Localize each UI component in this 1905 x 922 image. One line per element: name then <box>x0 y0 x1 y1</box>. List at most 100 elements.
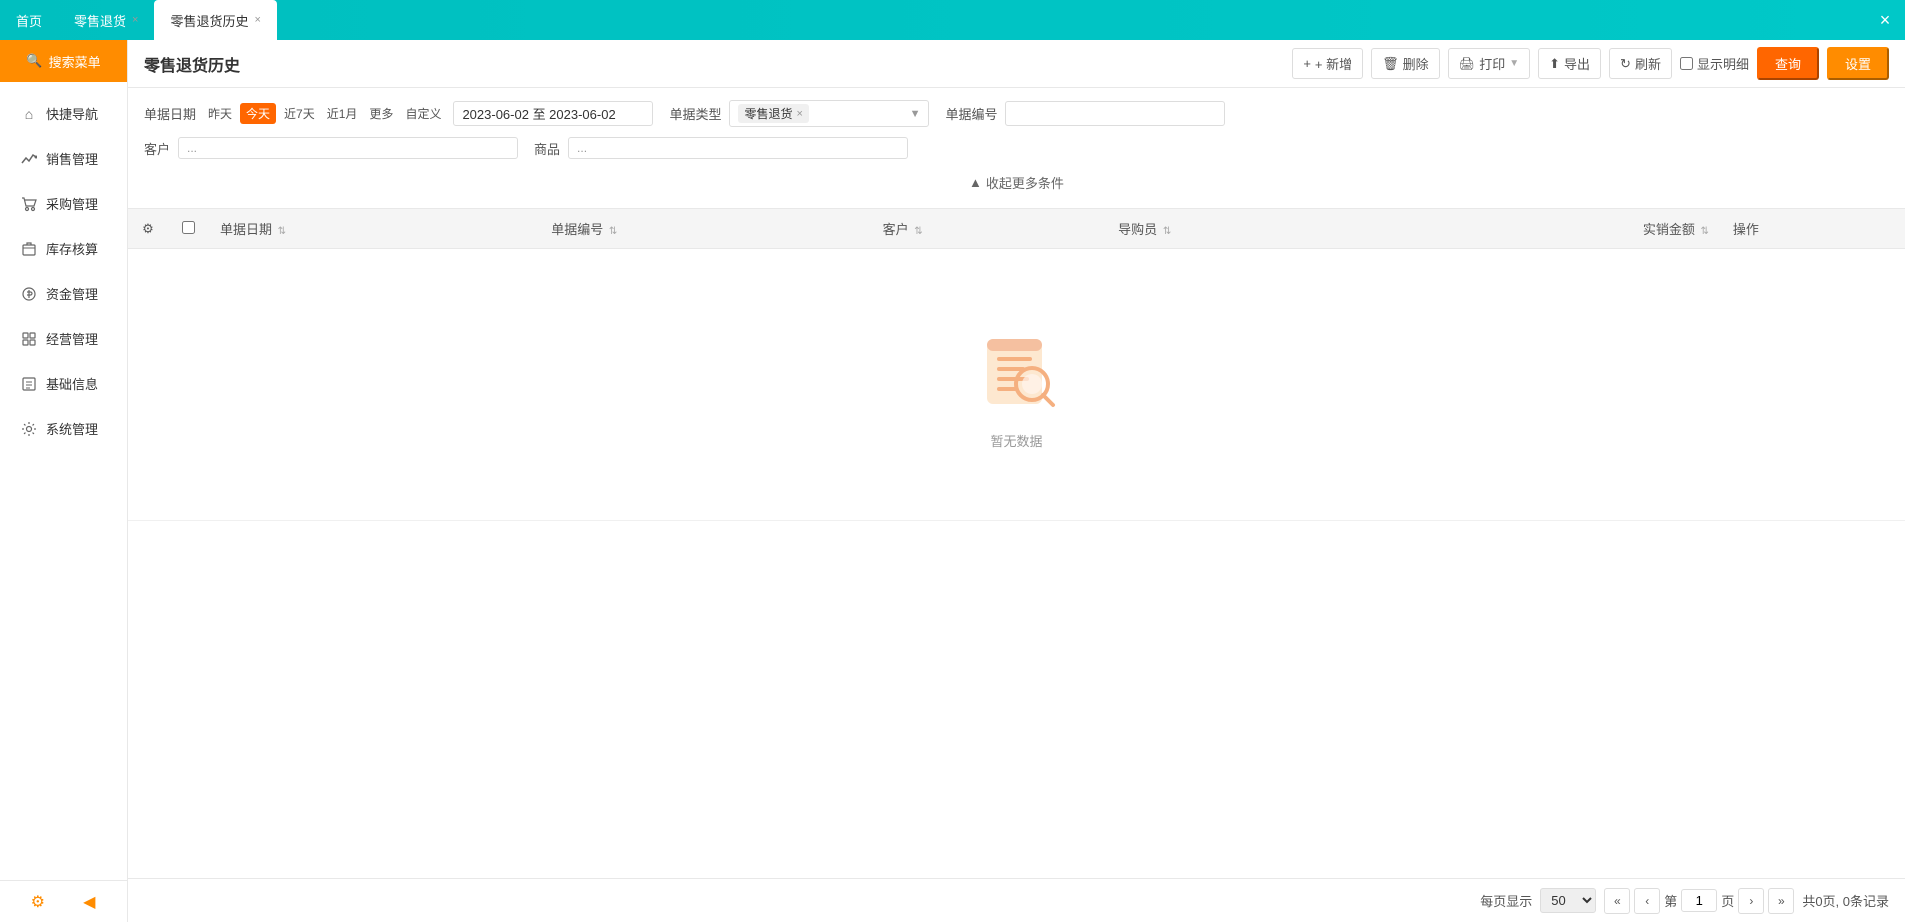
date-opt-1month[interactable]: 近1月 <box>323 103 362 124</box>
sidebar: 🔍 搜索菜单 ⌂ 快捷导航 销售管理 <box>0 40 128 922</box>
col-docno-label: 单据编号 <box>551 222 603 237</box>
query-button[interactable]: 查询 <box>1757 47 1819 80</box>
col-docno: 单据编号 ⇅ <box>539 209 870 249</box>
settings-bottom-icon[interactable]: ⚙ <box>23 887 53 917</box>
tab-home[interactable]: 首页 <box>0 0 58 40</box>
date-opt-7days[interactable]: 近7天 <box>280 103 319 124</box>
inventory-icon <box>20 240 38 258</box>
goods-placeholder: ... <box>577 141 587 155</box>
tab-home-label: 首页 <box>16 11 42 30</box>
sidebar-item-basic-info[interactable]: 基础信息 <box>4 362 123 405</box>
goods-select[interactable]: ... <box>568 137 908 159</box>
empty-state: 暂无数据 <box>140 259 1893 510</box>
doc-type-tag-close[interactable]: × <box>796 108 802 120</box>
page-prev-button[interactable]: ‹ <box>1634 888 1660 914</box>
pagination-bar: 每页显示 10 20 50 100 « ‹ 第 页 › » 共0页, 0条记录 <box>128 878 1905 922</box>
sidebar-search[interactable]: 🔍 搜索菜单 <box>0 40 127 82</box>
date-opt-custom[interactable]: 自定义 <box>401 103 445 124</box>
date-range-input[interactable] <box>453 101 653 126</box>
doc-type-tag-text: 零售退货 <box>744 105 792 122</box>
page-title: 零售退货历史 <box>144 52 240 76</box>
sales-icon <box>20 150 38 168</box>
doc-no-label: 单据编号 <box>945 104 997 123</box>
sidebar-item-purchase[interactable]: 采购管理 <box>4 182 123 225</box>
col-customer-sort-icon[interactable]: ⇅ <box>914 226 922 237</box>
add-button[interactable]: + + 新增 <box>1292 48 1363 79</box>
sidebar-item-quick-nav[interactable]: ⌂ 快捷导航 <box>4 92 123 135</box>
page-first-button[interactable]: « <box>1604 888 1630 914</box>
sidebar-item-sales[interactable]: 销售管理 <box>4 137 123 180</box>
show-detail-checkbox[interactable] <box>1680 57 1693 70</box>
col-customer-label: 客户 <box>883 222 909 237</box>
collapse-more-label: 收起更多条件 <box>986 173 1064 192</box>
col-date: 单据日期 ⇅ <box>208 209 539 249</box>
col-guide-label: 导购员 <box>1118 222 1157 237</box>
total-info: 共0页, 0条记录 <box>1802 891 1889 910</box>
col-docno-sort-icon[interactable]: ⇅ <box>609 226 617 237</box>
doc-type-select[interactable]: 零售退货 × ▼ <box>729 100 929 127</box>
sidebar-item-inventory-label: 库存核算 <box>46 239 98 258</box>
doc-no-input[interactable] <box>1005 101 1225 126</box>
collapse-sidebar-icon[interactable]: ◀ <box>74 887 104 917</box>
col-guide: 导购员 ⇅ <box>1106 209 1389 249</box>
date-opt-yesterday[interactable]: 昨天 <box>204 103 236 124</box>
sidebar-item-finance[interactable]: 资金管理 <box>4 272 123 315</box>
top-bar: 首页 零售退货 × 零售退货历史 × × <box>0 0 1905 40</box>
settings-button[interactable]: 设置 <box>1827 47 1889 80</box>
date-opt-today[interactable]: 今天 <box>240 103 276 124</box>
customer-filter-group: 客户 ... <box>144 137 518 159</box>
filter-row-2: 客户 ... 商品 ... <box>144 137 1889 159</box>
basic-info-icon <box>20 375 38 393</box>
print-dropdown-icon: ▼ <box>1509 58 1519 69</box>
refresh-button[interactable]: ↻ 刷新 <box>1609 48 1672 79</box>
sidebar-bottom: ⚙ ◀ <box>0 880 127 922</box>
page-nav: « ‹ 第 页 › » <box>1604 888 1794 914</box>
export-button[interactable]: ⬆ 导出 <box>1538 48 1601 79</box>
col-amount: 实销金额 ⇅ <box>1390 209 1721 249</box>
collapse-more-btn[interactable]: ▲ 收起更多条件 <box>144 169 1889 196</box>
purchase-icon <box>20 195 38 213</box>
sidebar-item-operation[interactable]: 经营管理 <box>4 317 123 360</box>
page-size-select[interactable]: 10 20 50 100 <box>1540 888 1596 913</box>
page-header: 零售退货历史 + + 新增 🗑 删除 🖨 打印 ▼ ⬆ 导出 <box>128 40 1905 88</box>
tab-retail-return[interactable]: 零售退货 × <box>58 0 154 40</box>
sidebar-item-system-label: 系统管理 <box>46 419 98 438</box>
empty-text: 暂无数据 <box>990 431 1042 450</box>
print-button[interactable]: 🖨 打印 ▼ <box>1448 48 1530 79</box>
sidebar-item-quick-nav-label: 快捷导航 <box>46 104 98 123</box>
doc-type-tag: 零售退货 × <box>738 104 808 123</box>
col-settings-icon[interactable]: ⚙ <box>142 221 154 236</box>
date-filter-group: 单据日期 昨天 今天 近7天 近1月 更多 自定义 <box>144 101 653 126</box>
page-suffix: 页 <box>1721 891 1734 910</box>
operation-icon <box>20 330 38 348</box>
sidebar-item-inventory[interactable]: 库存核算 <box>4 227 123 270</box>
sidebar-item-system[interactable]: 系统管理 <box>4 407 123 450</box>
page-input[interactable] <box>1681 889 1717 912</box>
doc-no-filter-group: 单据编号 <box>945 101 1225 126</box>
tab-retail-return-history-close[interactable]: × <box>254 14 260 26</box>
goods-filter-group: 商品 ... <box>534 137 908 159</box>
goods-label: 商品 <box>534 139 560 158</box>
sidebar-item-basic-info-label: 基础信息 <box>46 374 98 393</box>
col-amount-sort-icon[interactable]: ⇅ <box>1701 226 1709 237</box>
date-opt-more[interactable]: 更多 <box>365 103 397 124</box>
col-check <box>168 209 208 249</box>
tab-retail-return-history[interactable]: 零售退货历史 × <box>154 0 276 40</box>
select-all-checkbox[interactable] <box>182 221 195 234</box>
customer-select[interactable]: ... <box>178 137 518 159</box>
tab-retail-return-close[interactable]: × <box>132 14 138 26</box>
window-close-button[interactable]: × <box>1865 0 1905 40</box>
page-last-button[interactable]: » <box>1768 888 1794 914</box>
sidebar-search-label: 搜索菜单 <box>49 52 101 71</box>
print-icon: 🖨 <box>1459 56 1476 72</box>
table-header-row: ⚙ 单据日期 ⇅ 单据编号 ⇅ <box>128 209 1905 249</box>
col-date-sort-icon[interactable]: ⇅ <box>278 226 286 237</box>
col-settings: ⚙ <box>128 209 168 249</box>
col-guide-sort-icon[interactable]: ⇅ <box>1163 226 1171 237</box>
delete-button[interactable]: 🗑 删除 <box>1371 48 1440 79</box>
sidebar-item-finance-label: 资金管理 <box>46 284 98 303</box>
page-next-button[interactable]: › <box>1738 888 1764 914</box>
col-customer: 客户 ⇅ <box>871 209 1107 249</box>
tab-retail-return-label: 零售退货 <box>74 11 126 30</box>
delete-icon: 🗑 <box>1382 56 1399 72</box>
